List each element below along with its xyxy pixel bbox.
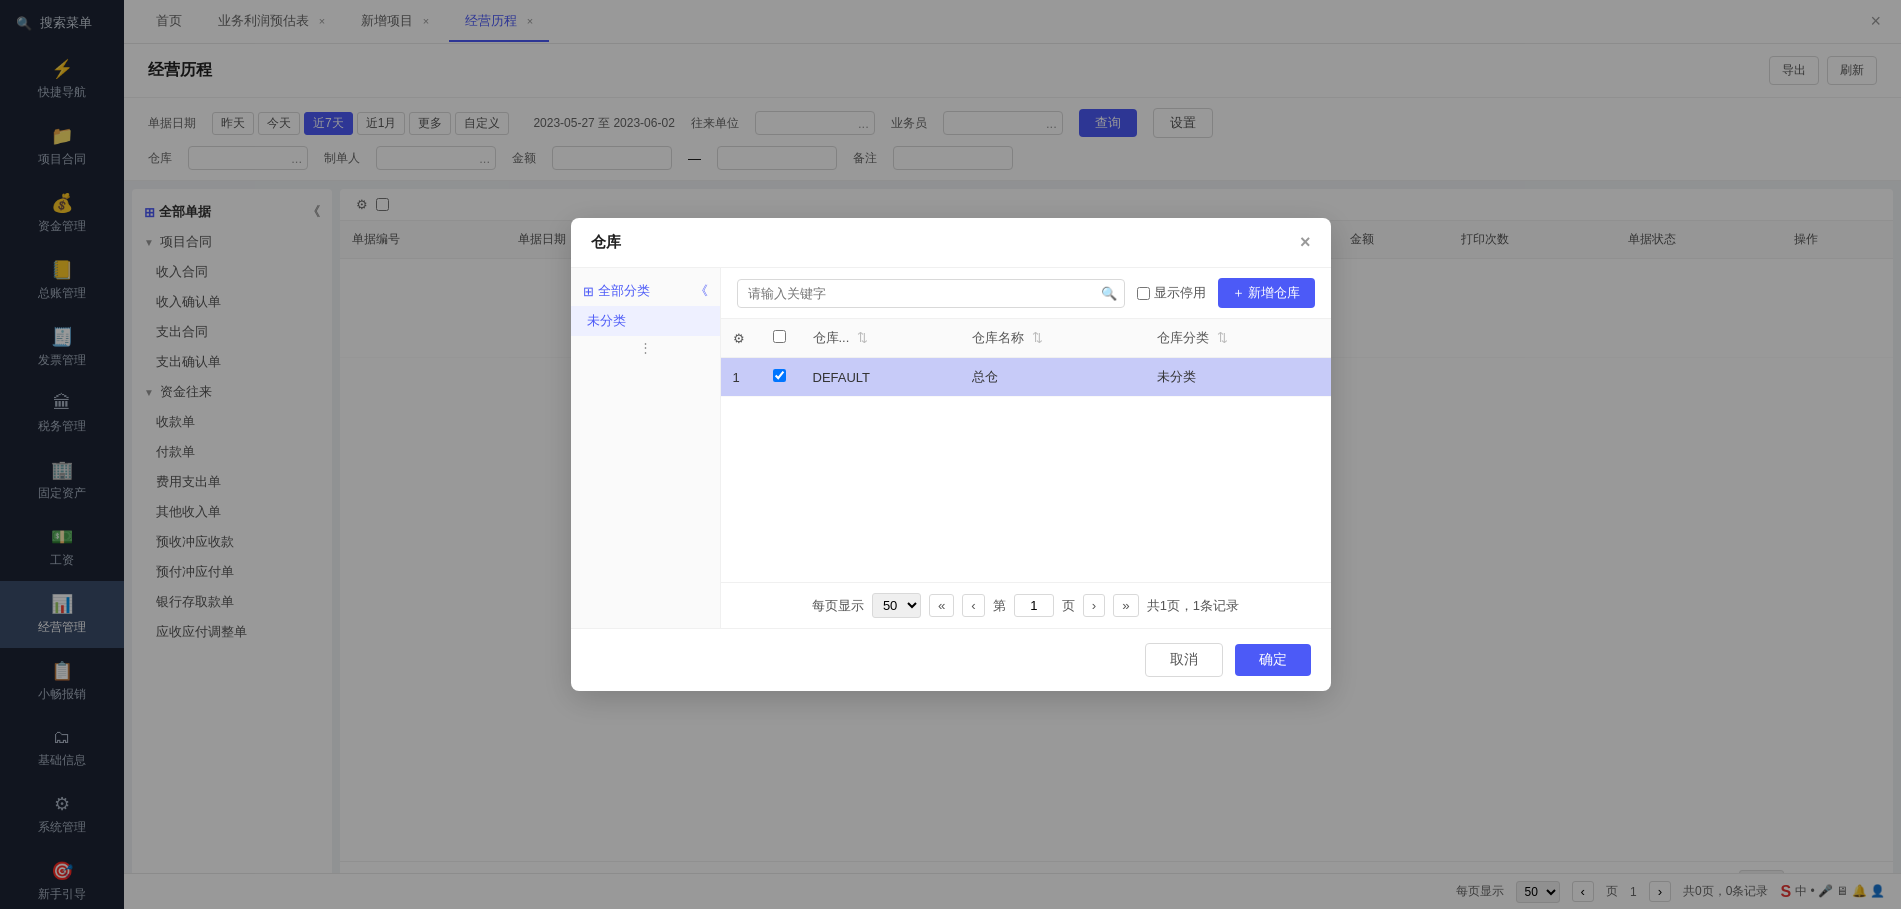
add-warehouse-button[interactable]: ＋ 新增仓库 bbox=[1218, 278, 1315, 308]
dialog-footer: 取消 确定 bbox=[571, 628, 1331, 691]
all-category-header[interactable]: ⊞ 全部分类 《 bbox=[571, 276, 720, 306]
modal-overlay: 仓库 × ⊞ 全部分类 《 未分类 ⋮ bbox=[0, 0, 1901, 909]
row-checkbox[interactable] bbox=[773, 369, 786, 382]
all-category-label: 全部分类 bbox=[598, 282, 650, 300]
dialog-table-row[interactable]: 1 DEFAULT 总仓 未分类 bbox=[721, 358, 1331, 397]
show-disabled-checkbox[interactable] bbox=[1137, 287, 1150, 300]
col-settings: ⚙ bbox=[721, 319, 761, 358]
dialog-close-button[interactable]: × bbox=[1300, 232, 1311, 253]
dialog-table-wrapper: ⚙ 仓库... ⇅ 仓库名称 bbox=[721, 319, 1331, 582]
show-disabled-label[interactable]: 显示停用 bbox=[1137, 284, 1206, 302]
category-item-unclassified[interactable]: 未分类 bbox=[571, 306, 720, 336]
dialog-first-page[interactable]: « bbox=[929, 594, 954, 617]
dialog-select-all[interactable] bbox=[773, 330, 786, 343]
col-warehouse-category: 仓库分类 ⇅ bbox=[1145, 319, 1330, 358]
dialog-pagination: 每页显示 50 « ‹ 第 页 › » 共1页，1条记录 bbox=[721, 582, 1331, 628]
dialog-table: ⚙ 仓库... ⇅ 仓库名称 bbox=[721, 319, 1331, 397]
row-category: 未分类 bbox=[1145, 358, 1330, 397]
warehouse-search-input[interactable] bbox=[737, 279, 1125, 308]
category-panel: ⊞ 全部分类 《 未分类 ⋮ bbox=[571, 268, 721, 628]
search-wrap: 🔍 bbox=[737, 279, 1125, 308]
sort-icon-name[interactable]: ⇅ bbox=[1032, 330, 1043, 345]
dialog-table-panel: 🔍 显示停用 ＋ 新增仓库 ⚙ bbox=[721, 268, 1331, 628]
row-checkbox-cell bbox=[761, 358, 801, 397]
dialog-search-bar: 🔍 显示停用 ＋ 新增仓库 bbox=[721, 268, 1331, 319]
sort-icon-code[interactable]: ⇅ bbox=[857, 330, 868, 345]
dialog-body: ⊞ 全部分类 《 未分类 ⋮ 🔍 bbox=[571, 268, 1331, 628]
dialog-prev-page[interactable]: ‹ bbox=[962, 594, 984, 617]
dialog-last-page[interactable]: » bbox=[1113, 594, 1138, 617]
row-name: 总仓 bbox=[960, 358, 1145, 397]
scroll-indicator: ⋮ bbox=[571, 336, 720, 359]
dialog-title: 仓库 bbox=[591, 233, 621, 252]
dialog-total: 共1页，1条记录 bbox=[1147, 597, 1239, 615]
dialog-page-input[interactable] bbox=[1014, 594, 1054, 617]
col-warehouse-code: 仓库... ⇅ bbox=[801, 319, 961, 358]
sort-icon-category[interactable]: ⇅ bbox=[1217, 330, 1228, 345]
dialog-header: 仓库 × bbox=[571, 218, 1331, 268]
dialog-page-label: 第 bbox=[993, 597, 1006, 615]
dialog-next-page[interactable]: › bbox=[1083, 594, 1105, 617]
col-warehouse-name: 仓库名称 ⇅ bbox=[960, 319, 1145, 358]
row-code: DEFAULT bbox=[801, 358, 961, 397]
category-collapse-icon[interactable]: 《 bbox=[695, 282, 708, 300]
confirm-button[interactable]: 确定 bbox=[1235, 644, 1311, 676]
dialog-page-suffix: 页 bbox=[1062, 597, 1075, 615]
dialog-page-size[interactable]: 50 bbox=[872, 593, 921, 618]
col-checkbox bbox=[761, 319, 801, 358]
row-num: 1 bbox=[721, 358, 761, 397]
grid-icon: ⊞ bbox=[583, 284, 594, 299]
search-icon: 🔍 bbox=[1101, 286, 1117, 301]
settings-icon[interactable]: ⚙ bbox=[733, 331, 745, 346]
warehouse-dialog: 仓库 × ⊞ 全部分类 《 未分类 ⋮ bbox=[571, 218, 1331, 691]
dialog-size-label: 每页显示 bbox=[812, 597, 864, 615]
cancel-button[interactable]: 取消 bbox=[1145, 643, 1223, 677]
scroll-down-icon: ⋮ bbox=[639, 340, 652, 355]
